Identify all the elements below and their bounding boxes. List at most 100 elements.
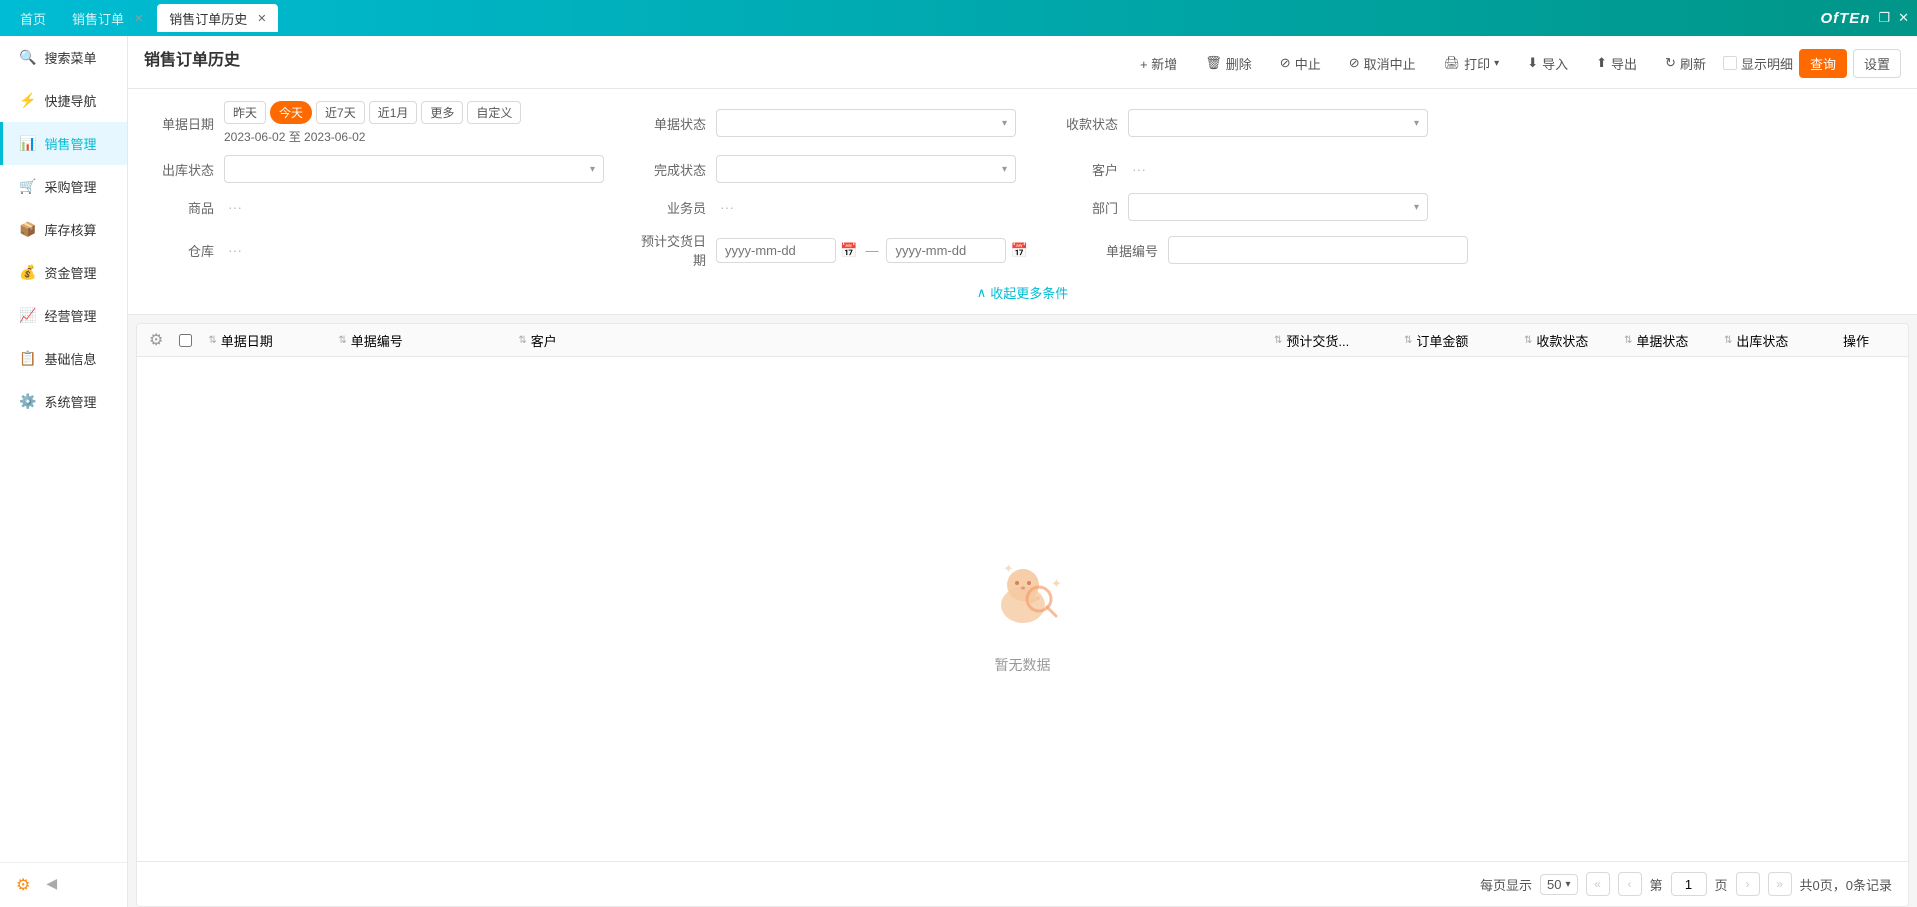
tab-sales-order-history-close[interactable]: ✕	[257, 12, 266, 25]
first-page-button[interactable]: «	[1586, 872, 1610, 896]
sidebar-settings-icon[interactable]: ⚙	[16, 875, 30, 895]
sort-date-icon[interactable]: ⇅	[208, 335, 216, 346]
date-btn-today[interactable]: 今天	[270, 101, 312, 124]
doc-number-input[interactable]	[1168, 236, 1468, 264]
sidebar-item-system[interactable]: ⚙️ 系统管理	[0, 380, 127, 423]
filter-row-1: 单据日期 昨天 今天 近7天 近1月 更多 自定义 2023-06-02 至 2…	[144, 101, 1901, 145]
order-status-select[interactable]: ▾	[716, 109, 1016, 137]
department-arrow-icon: ▾	[1414, 202, 1419, 213]
sidebar-item-system-label: 系统管理	[44, 392, 96, 411]
empty-text: 暂无数据	[995, 655, 1051, 675]
department-label: 部门	[1048, 198, 1128, 217]
sort-out-status-icon[interactable]: ⇅	[1724, 335, 1732, 346]
calendar-to-icon[interactable]: 📅	[1010, 242, 1027, 259]
sidebar-item-sales-mgmt[interactable]: 📊 销售管理	[0, 122, 127, 165]
out-status-select[interactable]: ▾	[224, 155, 604, 183]
sidebar: 🔍 搜索菜单 ⚡ 快捷导航 📊 销售管理 🛒 采购管理 📦 库存核算 💰 资金管…	[0, 36, 128, 907]
next-page-button[interactable]: ›	[1736, 872, 1760, 896]
select-all-checkbox[interactable]	[179, 334, 192, 347]
query-button[interactable]: 查询	[1799, 49, 1847, 78]
payment-status-label: 收款状态	[1048, 114, 1128, 133]
out-status-label: 出库状态	[144, 160, 224, 179]
page-unit: 页	[1715, 875, 1728, 894]
stop-button[interactable]: ⊘ 中止	[1269, 49, 1332, 78]
sidebar-item-inventory[interactable]: 📦 库存核算	[0, 208, 127, 251]
brand-label: OfTEn	[1820, 10, 1870, 27]
sidebar-item-basic-info-label: 基础信息	[44, 349, 96, 368]
cancel-stop-button[interactable]: ⊘ 取消中止	[1338, 49, 1427, 78]
table-area: ⚙ ⇅ 单据日期 ⇅ 单据编号 ⇅ 客户	[136, 323, 1909, 907]
filter-collapse-row[interactable]: ∧ 收起更多条件	[144, 279, 1901, 302]
sidebar-item-operations[interactable]: 📈 经营管理	[0, 294, 127, 337]
close-window-icon[interactable]: ✕	[1898, 10, 1909, 26]
sidebar-item-search-menu[interactable]: 🔍 搜索菜单	[0, 36, 127, 79]
show-detail-wrapper: 显示明细	[1723, 54, 1793, 73]
quick-nav-icon: ⚡	[19, 92, 36, 109]
sidebar-item-inventory-label: 库存核算	[44, 220, 96, 239]
page-size-select[interactable]: 50 ▾	[1540, 874, 1578, 895]
last-page-button[interactable]: »	[1768, 872, 1792, 896]
sidebar-item-operations-label: 经营管理	[44, 306, 96, 325]
date-btn-yesterday[interactable]: 昨天	[224, 101, 266, 124]
delivery-date-to-input[interactable]	[886, 238, 1006, 263]
sidebar-item-basic-info[interactable]: 📋 基础信息	[0, 337, 127, 380]
sort-doc-status-icon[interactable]: ⇅	[1624, 335, 1632, 346]
sidebar-item-purchase-mgmt[interactable]: 🛒 采购管理	[0, 165, 127, 208]
product-dots-button[interactable]: ···	[224, 195, 246, 219]
sort-pay-status-icon[interactable]: ⇅	[1524, 335, 1532, 346]
sidebar-bottom: ⚙ ◀	[0, 862, 127, 907]
sort-customer-icon[interactable]: ⇅	[518, 335, 526, 346]
export-button[interactable]: ⬆ 导出	[1585, 49, 1648, 78]
tab-sales-order-close[interactable]: ✕	[134, 12, 143, 25]
product-filter: ···	[224, 195, 604, 219]
th-customer: ⇅ 客户	[510, 331, 1266, 350]
print-button[interactable]: 🖨 打印 ▾	[1433, 49, 1511, 78]
filter-row-3: 商品 ··· 业务员 ··· 部门 ▾	[144, 193, 1901, 221]
content-area: 销售订单历史 + 新增 🗑 删除 ⊘ 中止 ⊘ 取消中止	[128, 36, 1917, 907]
import-button[interactable]: ⬇ 导入	[1516, 49, 1579, 78]
settings-button[interactable]: 设置	[1853, 49, 1901, 78]
export-icon: ⬆	[1596, 55, 1607, 71]
sidebar-item-capital[interactable]: 💰 资金管理	[0, 251, 127, 294]
refresh-button[interactable]: ↻ 刷新	[1654, 49, 1717, 78]
cancel-stop-button-label: 取消中止	[1364, 54, 1416, 73]
table-toolbar: ⚙ ⇅ 单据日期 ⇅ 单据编号 ⇅ 客户	[137, 324, 1908, 357]
page-label: 第	[1650, 875, 1663, 894]
sort-delivery-icon[interactable]: ⇅	[1274, 335, 1282, 346]
tab-home[interactable]: 首页	[8, 4, 58, 32]
salesperson-dots-button[interactable]: ···	[716, 195, 738, 219]
tab-sales-order[interactable]: 销售订单 ✕	[60, 4, 155, 32]
date-btn-custom[interactable]: 自定义	[467, 101, 521, 124]
th-pay-status: ⇅ 收款状态	[1516, 331, 1616, 350]
sidebar-item-quick-nav[interactable]: ⚡ 快捷导航	[0, 79, 127, 122]
warehouse-dots-button[interactable]: ···	[224, 238, 246, 262]
calendar-from-icon[interactable]: 📅	[840, 242, 857, 259]
cancel-stop-icon: ⊘	[1349, 55, 1360, 71]
tab-sales-order-history[interactable]: 销售订单历史 ✕	[157, 4, 278, 32]
table-settings-icon[interactable]: ⚙	[149, 330, 163, 350]
th-date: ⇅ 单据日期	[200, 331, 330, 350]
date-btn-1month[interactable]: 近1月	[369, 101, 418, 124]
department-select[interactable]: ▾	[1128, 193, 1428, 221]
out-status-arrow-icon: ▾	[590, 164, 595, 175]
sort-number-icon[interactable]: ⇅	[338, 335, 346, 346]
new-button[interactable]: + 新增	[1129, 49, 1188, 78]
prev-page-button[interactable]: ‹	[1618, 872, 1642, 896]
customer-dots-button[interactable]: ···	[1128, 157, 1150, 181]
sidebar-collapse-icon[interactable]: ◀	[46, 875, 57, 895]
toolbar: + 新增 🗑 删除 ⊘ 中止 ⊘ 取消中止 🖨	[1129, 49, 1901, 78]
show-detail-checkbox[interactable]	[1723, 56, 1737, 70]
complete-status-select[interactable]: ▾	[716, 155, 1016, 183]
restore-icon[interactable]: ❐	[1878, 10, 1890, 26]
payment-status-select[interactable]: ▾	[1128, 109, 1428, 137]
delete-button[interactable]: 🗑 删除	[1194, 49, 1263, 78]
filter-area: 单据日期 昨天 今天 近7天 近1月 更多 自定义 2023-06-02 至 2…	[128, 89, 1917, 315]
settings-button-label: 设置	[1864, 54, 1890, 73]
query-button-label: 查询	[1810, 54, 1836, 73]
payment-status-arrow-icon: ▾	[1414, 118, 1419, 129]
delivery-date-from-input[interactable]	[716, 238, 836, 263]
sort-amount-icon[interactable]: ⇅	[1404, 335, 1412, 346]
page-number-input[interactable]	[1671, 872, 1707, 896]
date-btn-more[interactable]: 更多	[421, 101, 463, 124]
date-btn-7days[interactable]: 近7天	[316, 101, 365, 124]
